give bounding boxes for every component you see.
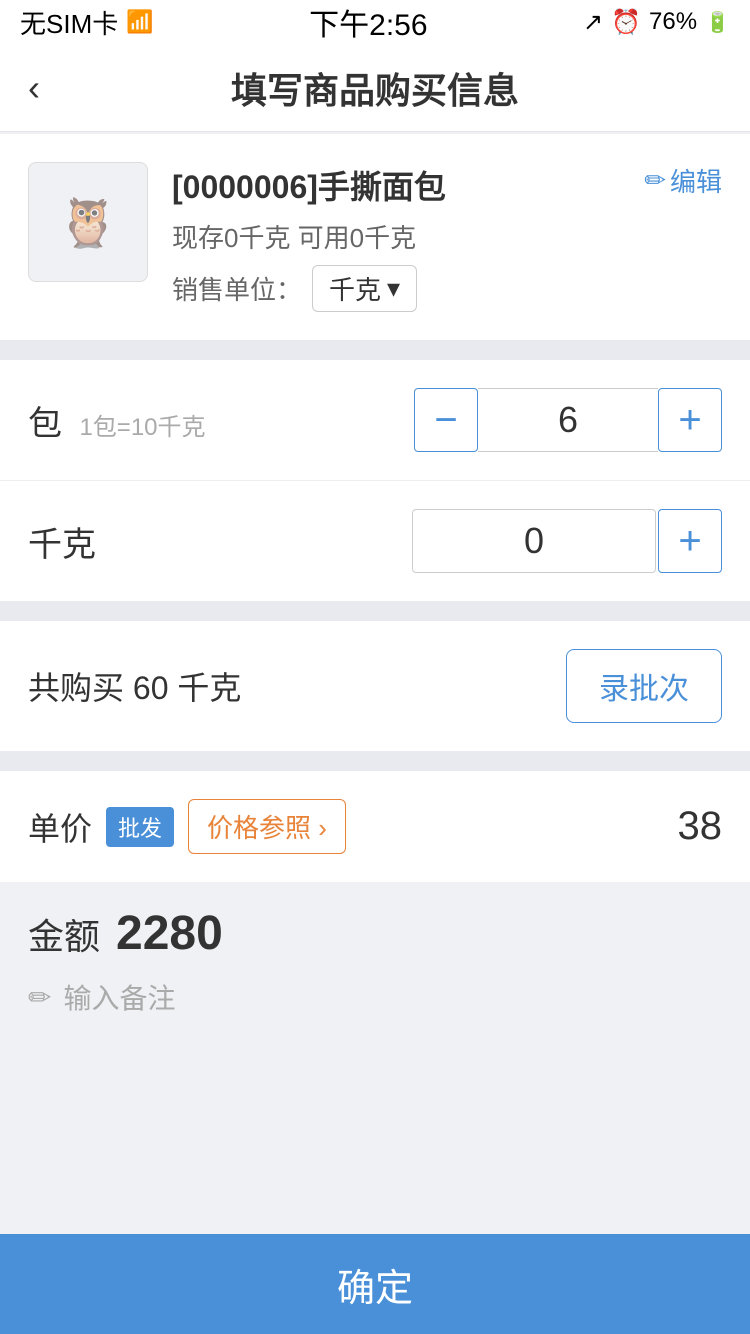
price-ref-button[interactable]: 价格参照 › xyxy=(188,799,346,854)
bao-stepper: − 6 + xyxy=(414,388,722,452)
kg-value[interactable]: 0 xyxy=(412,509,656,573)
price-label: 单价 xyxy=(28,804,92,850)
bao-input-row: 包 1包=10千克 − 6 + xyxy=(0,360,750,480)
product-info: [0000006]手撕面包 现存0千克 可用0千克 销售单位： 千克 ▾ xyxy=(172,162,620,312)
kg-section: 千克 0 + xyxy=(0,480,750,601)
alarm-icon: ⏰ xyxy=(611,8,641,37)
price-value: 38 xyxy=(678,804,723,849)
kg-label: 千克 xyxy=(28,517,412,566)
wifi-icon: 📶 xyxy=(126,9,153,35)
amount-value: 2280 xyxy=(116,906,223,961)
product-stock: 现存0千克 可用0千克 xyxy=(172,218,620,255)
kg-input-row: 千克 0 + xyxy=(0,481,750,601)
status-left: 无SIM卡 📶 xyxy=(20,4,154,41)
separator-1 xyxy=(0,340,750,360)
price-left: 单价 批发 价格参照 › xyxy=(28,799,346,854)
unit-label: 销售单位： xyxy=(172,270,302,307)
record-batch-button[interactable]: 录批次 xyxy=(566,649,722,723)
kg-plus-button[interactable]: + xyxy=(658,509,722,573)
bao-plus-button[interactable]: + xyxy=(658,388,722,452)
price-tag: 批发 xyxy=(106,807,174,847)
location-icon: ↗ xyxy=(583,8,603,37)
edit-icon: ✏ xyxy=(644,165,666,196)
price-section: 单价 批发 价格参照 › 38 xyxy=(0,771,750,882)
note-placeholder: 输入备注 xyxy=(63,977,175,1017)
status-bar: 无SIM卡 📶 下午2:56 ↗ ⏰ 76% 🔋 xyxy=(0,0,750,44)
confirm-button[interactable]: 确定 xyxy=(0,1234,750,1334)
battery-text: 76% xyxy=(649,8,697,36)
note-row[interactable]: ✏ 输入备注 xyxy=(28,977,722,1017)
content-spacer xyxy=(0,1033,750,1234)
edit-button[interactable]: ✏ 编辑 xyxy=(644,162,722,199)
note-icon: ✏ xyxy=(28,981,51,1014)
carrier-text: 无SIM卡 xyxy=(20,4,118,41)
unit-dropdown-icon: ▾ xyxy=(387,273,400,304)
bao-section: 包 1包=10千克 − 6 + xyxy=(0,360,750,480)
page-title: 填写商品购买信息 xyxy=(231,62,519,114)
bao-sublabel: 1包=10千克 xyxy=(79,414,205,441)
separator-3 xyxy=(0,751,750,771)
nav-bar: ‹ 填写商品购买信息 xyxy=(0,44,750,132)
status-right: ↗ ⏰ 76% 🔋 xyxy=(583,8,730,37)
separator-2 xyxy=(0,601,750,621)
back-button[interactable]: ‹ xyxy=(28,67,40,109)
bao-value[interactable]: 6 xyxy=(478,388,658,452)
total-section: 共购买 60 千克 录批次 xyxy=(0,621,750,751)
kg-stepper: 0 + xyxy=(412,509,722,573)
edit-label: 编辑 xyxy=(670,162,722,199)
product-name: [0000006]手撕面包 xyxy=(172,162,620,208)
product-thumbnail: 🦉 xyxy=(28,162,148,282)
status-time: 下午2:56 xyxy=(309,0,427,44)
battery-icon: 🔋 xyxy=(705,10,730,35)
unit-value: 千克 xyxy=(329,270,381,307)
amount-section: 金额 2280 ✏ 输入备注 xyxy=(0,882,750,1033)
amount-row: 金额 2280 xyxy=(28,906,722,961)
unit-select[interactable]: 千克 ▾ xyxy=(312,265,417,312)
bao-label: 包 1包=10千克 xyxy=(28,396,414,445)
product-unit: 销售单位： 千克 ▾ xyxy=(172,265,620,312)
bao-minus-button[interactable]: − xyxy=(414,388,478,452)
total-text: 共购买 60 千克 xyxy=(28,663,241,709)
amount-label: 金额 xyxy=(28,908,100,960)
product-logo-icon: 🦉 xyxy=(58,194,118,251)
product-card: 🦉 [0000006]手撕面包 现存0千克 可用0千克 销售单位： 千克 ▾ ✏… xyxy=(0,134,750,340)
